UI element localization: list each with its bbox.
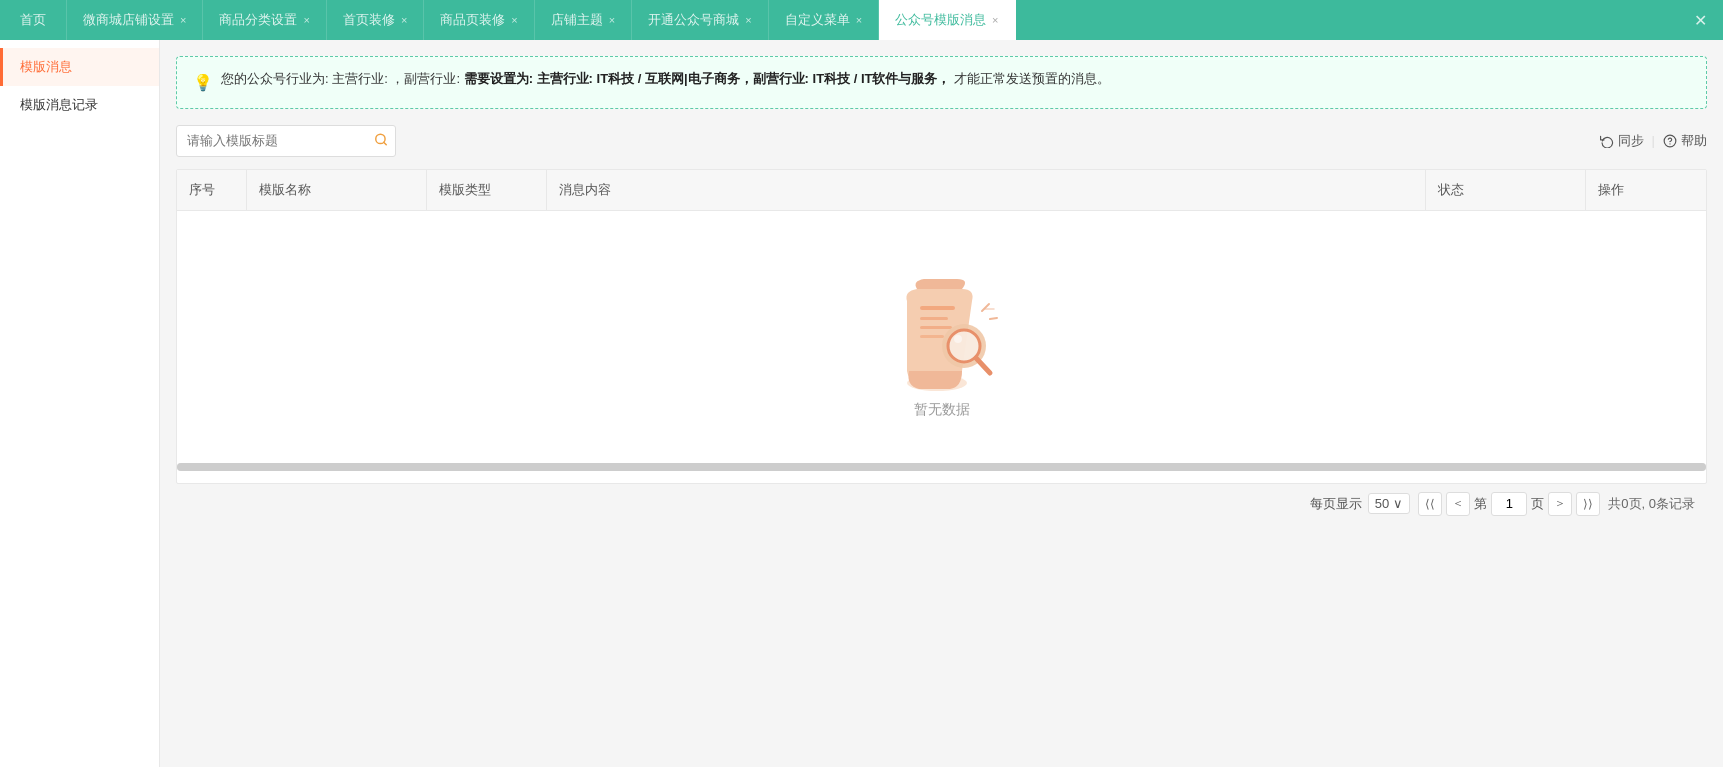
svg-rect-7 (920, 326, 952, 329)
sidebar-item-template-msg[interactable]: 模版消息 (0, 48, 159, 86)
empty-state: 暂无数据 (177, 211, 1706, 459)
search-icon (374, 132, 388, 146)
col-name: 模版名称 (247, 170, 427, 210)
page-number-input[interactable] (1491, 492, 1527, 516)
tab-template[interactable]: 公众号模版消息 × (879, 0, 1015, 40)
tab-category[interactable]: 商品分类设置 × (203, 0, 326, 40)
col-status: 状态 (1426, 170, 1586, 210)
sync-icon (1600, 134, 1614, 148)
page-size-wrap: 每页显示 50 ∨ (1310, 493, 1410, 514)
empty-illustration (882, 271, 1002, 401)
close-all-button[interactable]: ✕ (1678, 11, 1723, 30)
tab-custommenu[interactable]: 自定义菜单 × (769, 0, 879, 40)
col-type: 模版类型 (427, 170, 547, 210)
notice-text: 您的公众号行业为: 主营行业: ，副营行业: 需要设置为: 主营行业: IT科技… (221, 69, 1110, 90)
sidebar-template-msg-label: 模版消息 (20, 59, 72, 74)
page-label-before: 第 (1474, 495, 1487, 513)
table-header: 序号 模版名称 模版类型 消息内容 状态 操作 (177, 170, 1706, 211)
sync-button[interactable]: 同步 (1600, 132, 1644, 150)
main-content: 💡 您的公众号行业为: 主营行业: ，副营行业: 需要设置为: 主营行业: IT… (160, 40, 1723, 767)
page-size-label: 每页显示 (1310, 495, 1362, 513)
horizontal-scrollbar[interactable] (177, 463, 1706, 471)
tab-homepage-close[interactable]: × (401, 14, 407, 26)
tab-template-label: 公众号模版消息 (895, 11, 986, 29)
prev-page-button[interactable]: ＜ (1446, 492, 1470, 516)
tab-homepage[interactable]: 首页装修 × (327, 0, 424, 40)
page-label-after: 页 (1531, 495, 1544, 513)
sidebar-template-record-label: 模版消息记录 (20, 97, 98, 112)
tab-weshop[interactable]: 微商城店铺设置 × (67, 0, 203, 40)
first-page-button[interactable]: ⟨⟨ (1418, 492, 1442, 516)
svg-rect-8 (920, 335, 944, 338)
svg-line-14 (982, 304, 989, 311)
help-label: 帮助 (1681, 132, 1707, 150)
page-size-select[interactable]: 50 ∨ (1368, 493, 1410, 514)
tab-theme[interactable]: 店铺主题 × (535, 0, 632, 40)
svg-rect-6 (920, 317, 948, 320)
tab-custommenu-close[interactable]: × (856, 14, 862, 26)
total-text: 共0页, 0条记录 (1608, 495, 1695, 513)
tab-theme-close[interactable]: × (609, 14, 615, 26)
tab-home-label: 首页 (20, 11, 46, 29)
svg-point-13 (954, 335, 962, 343)
tab-mall[interactable]: 开通公众号商城 × (632, 0, 768, 40)
toolbar-right: 同步 | 帮助 (1600, 132, 1707, 150)
svg-line-1 (384, 142, 387, 145)
tab-product-label: 商品页装修 (440, 11, 505, 29)
notice-highlight: 需要设置为: 主营行业: IT科技 / 互联网|电子商务，副营行业: IT科技 … (464, 71, 951, 86)
col-action: 操作 (1586, 170, 1706, 210)
next-page-button[interactable]: ＞ (1548, 492, 1572, 516)
tab-category-close[interactable]: × (303, 14, 309, 26)
svg-line-12 (976, 358, 990, 373)
tab-weshop-label: 微商城店铺设置 (83, 11, 174, 29)
search-button[interactable] (374, 132, 388, 149)
layout: 模版消息 模版消息记录 💡 您的公众号行业为: 主营行业: ，副营行业: 需要设… (0, 40, 1723, 767)
tab-mall-close[interactable]: × (745, 14, 751, 26)
pagination: 每页显示 50 ∨ ⟨⟨ ＜ 第 页 ＞ ⟩⟩ 共0页, 0条记录 (176, 484, 1707, 524)
sidebar: 模版消息 模版消息记录 (0, 40, 160, 767)
tab-custommenu-label: 自定义菜单 (785, 11, 850, 29)
notice-icon: 💡 (193, 70, 213, 96)
search-input-wrap (176, 125, 396, 157)
svg-rect-5 (920, 306, 955, 310)
tab-template-close[interactable]: × (992, 14, 998, 26)
tab-product[interactable]: 商品页装修 × (424, 0, 534, 40)
empty-text: 暂无数据 (914, 401, 970, 419)
sidebar-item-template-record[interactable]: 模版消息记录 (0, 86, 159, 124)
tab-product-close[interactable]: × (511, 14, 517, 26)
search-input[interactable] (176, 125, 396, 157)
notice-text-after: 才能正常发送预置的消息。 (954, 71, 1110, 86)
data-table: 序号 模版名称 模版类型 消息内容 状态 操作 (176, 169, 1707, 484)
help-button[interactable]: 帮助 (1663, 132, 1707, 150)
tab-theme-label: 店铺主题 (551, 11, 603, 29)
search-bar: 同步 | 帮助 (176, 125, 1707, 157)
last-page-button[interactable]: ⟩⟩ (1576, 492, 1600, 516)
sync-label: 同步 (1618, 132, 1644, 150)
tab-home[interactable]: 首页 (0, 0, 67, 40)
tab-mall-label: 开通公众号商城 (648, 11, 739, 29)
col-content: 消息内容 (547, 170, 1426, 210)
tab-homepage-label: 首页装修 (343, 11, 395, 29)
notice-box: 💡 您的公众号行业为: 主营行业: ，副营行业: 需要设置为: 主营行业: IT… (176, 56, 1707, 109)
page-size-value: 50 (1375, 496, 1389, 511)
tab-category-label: 商品分类设置 (219, 11, 297, 29)
svg-line-15 (990, 318, 997, 319)
tab-weshop-close[interactable]: × (180, 14, 186, 26)
help-icon (1663, 134, 1677, 148)
page-navigation: ⟨⟨ ＜ 第 页 ＞ ⟩⟩ (1418, 492, 1600, 516)
notice-text-before: 您的公众号行业为: 主营行业: ，副营行业: (221, 71, 464, 86)
col-seq: 序号 (177, 170, 247, 210)
chevron-down-icon: ∨ (1393, 496, 1403, 511)
toolbar-divider: | (1652, 133, 1655, 148)
tab-bar: 首页 微商城店铺设置 × 商品分类设置 × 首页装修 × 商品页装修 × 店铺主… (0, 0, 1723, 40)
